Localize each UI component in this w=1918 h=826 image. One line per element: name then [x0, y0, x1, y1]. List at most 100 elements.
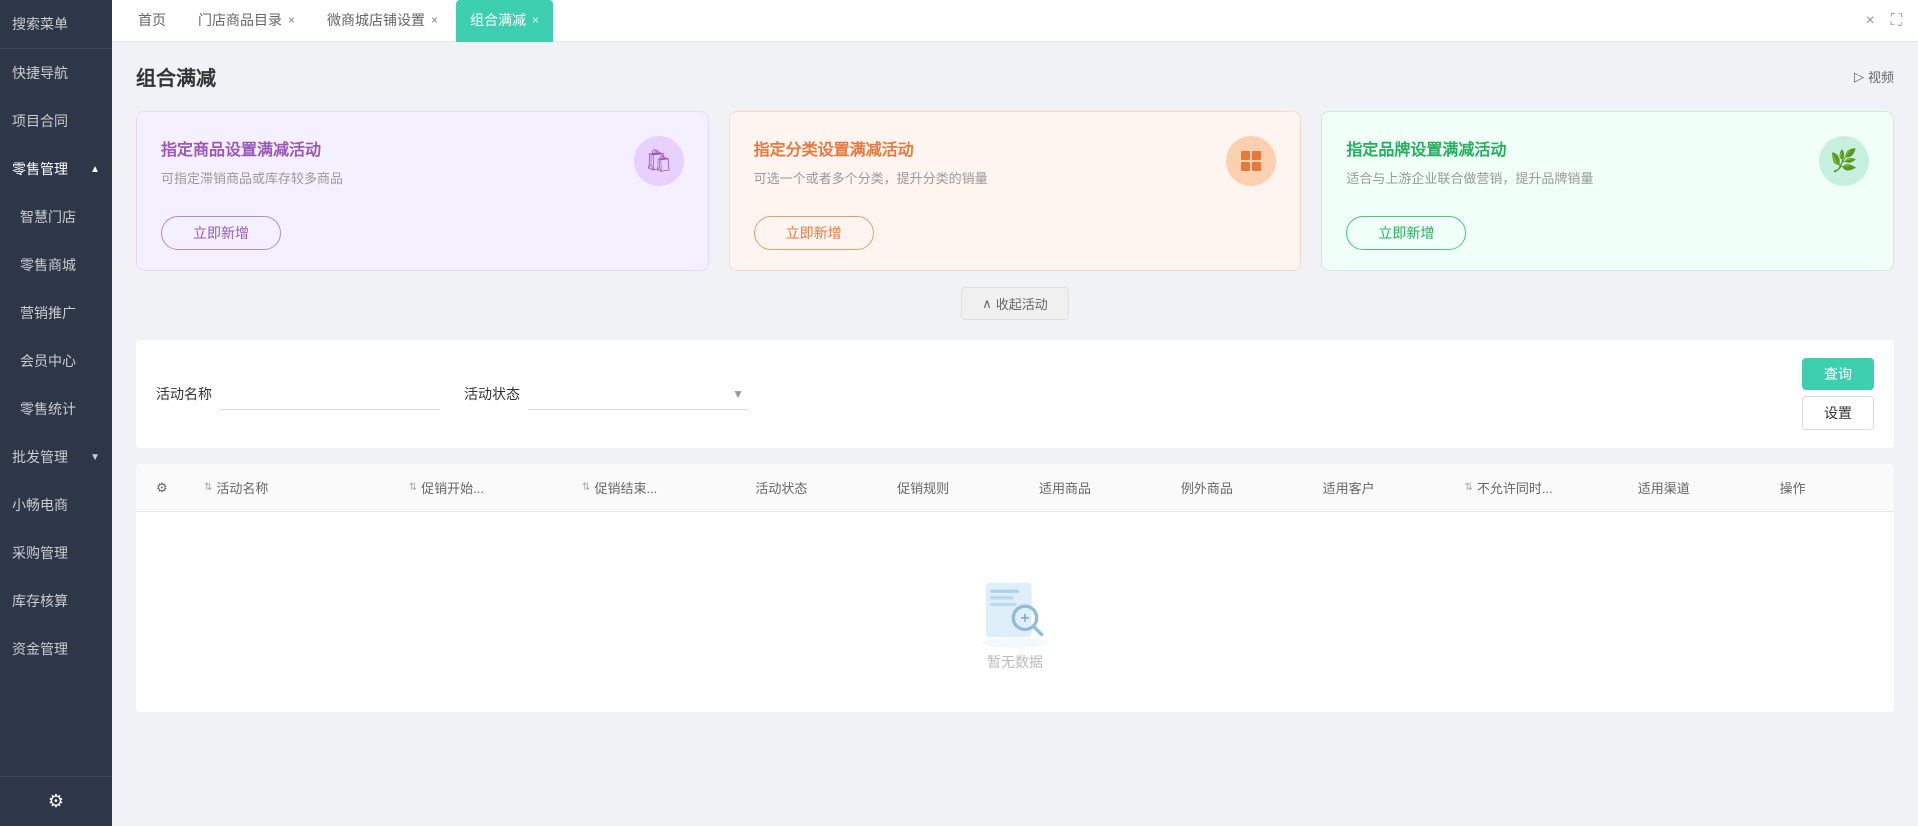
sidebar-search[interactable]: 搜索菜单 [0, 0, 112, 49]
th-goods: 适用商品 [1031, 478, 1173, 497]
activity-status-select[interactable]: ▼ [528, 378, 748, 410]
tab-store-catalog[interactable]: 门店商品目录 × [184, 0, 309, 42]
sidebar-item-label: 批发管理 [12, 447, 68, 467]
main-area: 首页 门店商品目录 × 微商城店铺设置 × 组合满减 × × ⛶ 组合满减 ▷ … [112, 0, 1918, 826]
video-link[interactable]: ▷ 视频 [1854, 67, 1894, 86]
th-rule: 促销规则 [889, 478, 1031, 497]
product-card-add-button[interactable]: 立即新增 [161, 216, 281, 250]
tab-combo-discount[interactable]: 组合满减 × [456, 0, 553, 42]
sort-icon: ⇅ [204, 482, 212, 493]
sidebar-item-label: 会员中心 [20, 351, 76, 371]
collapse-activity-button[interactable]: ∧ 收起活动 [961, 287, 1069, 320]
close-icon[interactable]: × [431, 13, 438, 27]
sidebar-item-label: 营销推广 [20, 303, 76, 323]
video-label: 视频 [1868, 67, 1894, 86]
tab-home[interactable]: 首页 [124, 0, 180, 42]
sidebar-item-project-contract[interactable]: 项目合同 [0, 97, 112, 145]
empty-text: 暂无数据 [987, 652, 1043, 672]
th-notallow[interactable]: ⇅ 不允许同时... [1456, 478, 1629, 497]
category-card-add-button[interactable]: 立即新增 [754, 216, 874, 250]
th-customer: 适用客户 [1315, 478, 1457, 497]
page-header: 组合满减 ▷ 视频 [136, 62, 1894, 91]
sidebar-item-quick-nav[interactable]: 快捷导航 [0, 49, 112, 97]
filter-activity-status: 活动状态 ▼ [464, 378, 748, 410]
th-end-date[interactable]: ⇅ 促销结束... [574, 478, 747, 497]
card-desc: 适合与上游企业联合做营销，提升品牌销量 [1346, 168, 1869, 196]
settings-button[interactable]: 设置 [1802, 396, 1874, 430]
query-button[interactable]: 查询 [1802, 358, 1874, 390]
expand-window-button[interactable]: ⛶ [1887, 8, 1906, 34]
th-gear[interactable]: ⚙ [148, 480, 196, 496]
brand-card-add-button[interactable]: 立即新增 [1346, 216, 1466, 250]
close-window-button[interactable]: × [1861, 8, 1878, 34]
tab-label: 微商城店铺设置 [327, 10, 425, 30]
sidebar-item-retail-manage[interactable]: 零售管理 ▲ [0, 145, 112, 193]
filter-actions: 查询 设置 [1802, 358, 1874, 430]
sort-icon: ⇅ [582, 482, 590, 493]
sidebar-item-label: 资金管理 [12, 639, 68, 659]
th-except: 例外商品 [1173, 478, 1315, 497]
sidebar-item-label: 小畅电商 [12, 495, 68, 515]
sidebar-item-inventory-calc[interactable]: 库存核算 [0, 577, 112, 625]
table-section: ⚙ ⇅ 活动名称 ⇅ 促销开始... ⇅ 促销结束... 活动状态 [136, 464, 1894, 712]
th-label: 活动名称 [216, 478, 268, 497]
chevron-down-icon: ▼ [90, 452, 100, 463]
sidebar-item-member-center[interactable]: 会员中心 [0, 337, 112, 385]
sidebar-item-retail-mall[interactable]: 零售商城 [0, 241, 112, 289]
close-icon[interactable]: × [288, 13, 295, 27]
th-start-date[interactable]: ⇅ 促销开始... [401, 478, 574, 497]
sidebar-item-xc-ecommerce[interactable]: 小畅电商 [0, 481, 112, 529]
card-icon: 🛍 [634, 136, 684, 186]
sidebar-item-marketing[interactable]: 营销推广 [0, 289, 112, 337]
th-label: 促销开始... [421, 478, 484, 497]
brand-promo-card: 指定品牌设置满减活动 适合与上游企业联合做营销，提升品牌销量 🌿 立即新增 [1321, 111, 1894, 271]
chevron-up-icon: ▲ [90, 164, 100, 175]
sidebar-item-label: 采购管理 [12, 543, 68, 563]
sidebar-settings-button[interactable]: ⚙ [0, 776, 112, 826]
th-label: 活动状态 [755, 478, 807, 497]
th-label: 例外商品 [1181, 478, 1233, 497]
filter-bar: 活动名称 活动状态 ▼ 查询 设置 [136, 340, 1894, 448]
tab-wechat-store[interactable]: 微商城店铺设置 × [313, 0, 452, 42]
card-title: 指定分类设置满减活动 [754, 136, 1277, 160]
tab-label: 门店商品目录 [198, 10, 282, 30]
sidebar-item-label: 库存核算 [12, 591, 68, 611]
product-promo-card: 指定商品设置满减活动 可指定滞销商品或库存较多商品 🛍 立即新增 [136, 111, 709, 271]
sidebar-item-purchase-manage[interactable]: 采购管理 [0, 529, 112, 577]
th-label: 促销结束... [594, 478, 657, 497]
th-label: 不允许同时... [1477, 478, 1553, 497]
close-icon[interactable]: × [532, 13, 539, 27]
activity-name-input[interactable] [220, 378, 440, 410]
th-activity-name[interactable]: ⇅ 活动名称 [196, 478, 401, 497]
gear-icon: ⚙ [48, 791, 64, 812]
card-icon [1226, 136, 1276, 186]
sidebar-item-wholesale-manage[interactable]: 批发管理 ▼ [0, 433, 112, 481]
card-title: 指定品牌设置满减活动 [1346, 136, 1869, 160]
collapse-label: 收起活动 [996, 294, 1048, 313]
card-desc: 可选一个或者多个分类，提升分类的销量 [754, 168, 1277, 196]
chevron-down-icon: ▼ [732, 387, 744, 401]
th-label: 适用渠道 [1638, 478, 1690, 497]
th-label: 操作 [1780, 478, 1806, 497]
page-title: 组合满减 [136, 62, 216, 91]
th-status: 活动状态 [747, 478, 889, 497]
th-label: 促销规则 [897, 478, 949, 497]
content-area: 组合满减 ▷ 视频 指定商品设置满减活动 可指定滞销商品或库存较多商品 🛍 立即… [112, 42, 1918, 826]
sidebar-item-retail-stats[interactable]: 零售统计 [0, 385, 112, 433]
gear-icon: ⚙ [156, 480, 168, 496]
sort-icon: ⇅ [1464, 482, 1472, 493]
sidebar-item-label: 智慧门店 [20, 207, 76, 227]
card-desc: 可指定滞销商品或库存较多商品 [161, 168, 684, 196]
sidebar-item-label: 零售商城 [20, 255, 76, 275]
sidebar-item-label: 快捷导航 [12, 63, 68, 83]
play-icon: ▷ [1854, 69, 1864, 85]
collapse-bar: ∧ 收起活动 [136, 287, 1894, 320]
sidebar-item-smart-store[interactable]: 智慧门店 [0, 193, 112, 241]
sidebar-item-label: 项目合同 [12, 111, 68, 131]
tab-label: 组合满减 [470, 10, 526, 30]
sidebar-item-fund-manage[interactable]: 资金管理 [0, 625, 112, 673]
filter-activity-name: 活动名称 [156, 378, 440, 410]
th-action: 操作 [1772, 478, 1882, 497]
th-label: 适用商品 [1039, 478, 1091, 497]
activity-name-label: 活动名称 [156, 384, 212, 404]
